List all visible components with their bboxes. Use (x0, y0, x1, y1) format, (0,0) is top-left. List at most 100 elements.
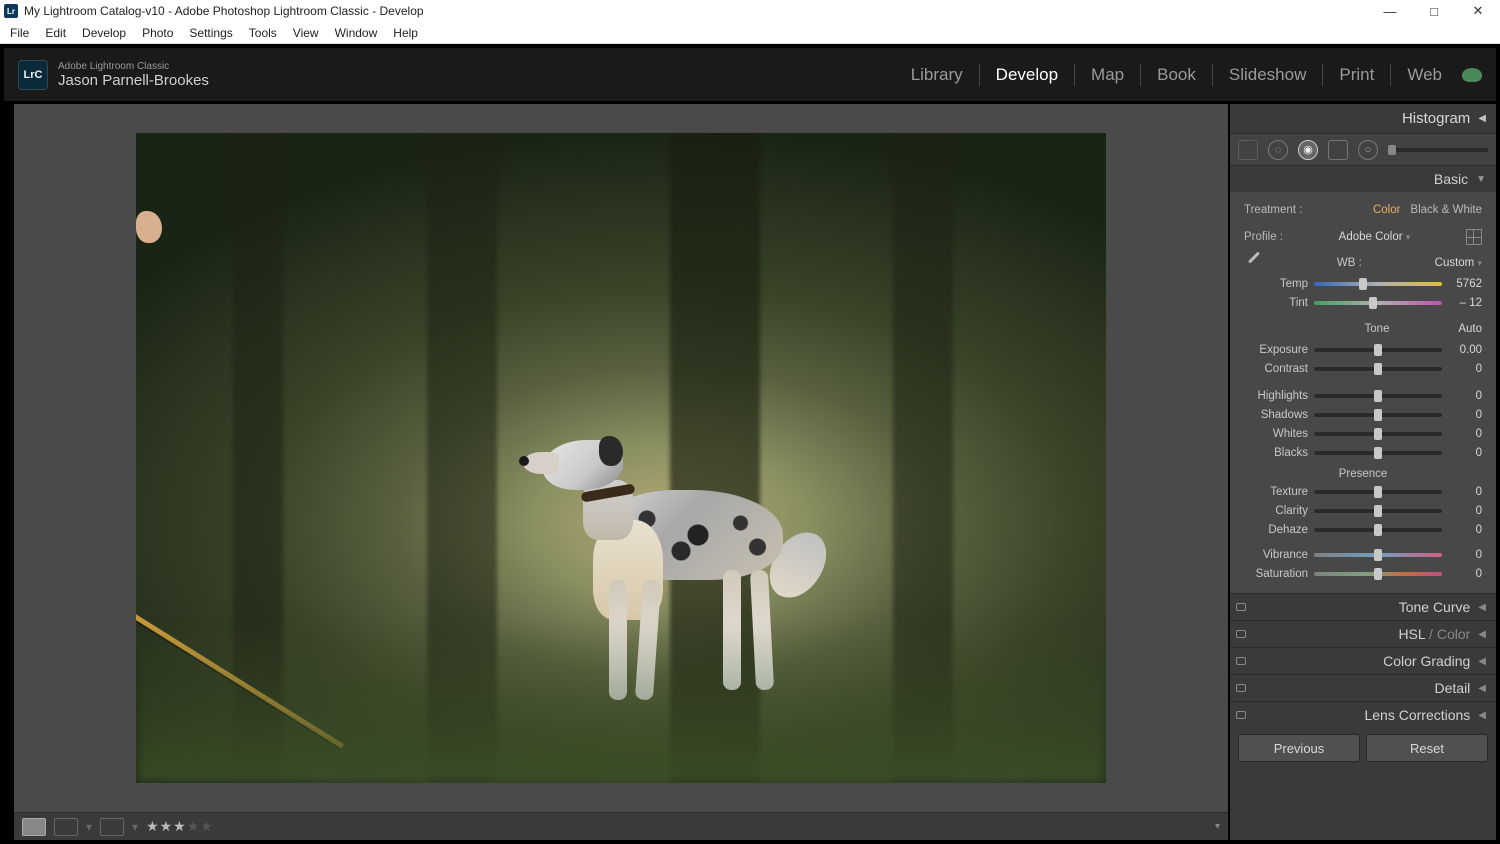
menu-window[interactable]: Window (329, 24, 384, 42)
shadows-value[interactable]: 0 (1448, 409, 1482, 421)
app-frame: LrC Adobe Lightroom Classic Jason Parnel… (0, 44, 1500, 844)
menu-file[interactable]: File (4, 24, 35, 42)
reference-view-button[interactable] (100, 818, 124, 836)
preview-image[interactable] (136, 133, 1106, 783)
canvas-column: ▾ ▾ ★★★★★ ▾ (14, 104, 1228, 840)
clarity-slider[interactable] (1314, 509, 1442, 513)
soft-proof-toggle[interactable]: ▾ (1215, 821, 1220, 832)
menu-tools[interactable]: Tools (243, 24, 283, 42)
basic-header[interactable]: Basic ▼ (1230, 166, 1496, 192)
texture-slider[interactable] (1314, 490, 1442, 494)
tint-slider[interactable] (1314, 301, 1442, 305)
minimize-button[interactable]: — (1368, 0, 1412, 22)
maximize-button[interactable]: □ (1412, 0, 1456, 22)
tool-slider[interactable] (1388, 148, 1488, 152)
panel-switch-icon[interactable] (1236, 711, 1246, 719)
shadows-label: Shadows (1244, 409, 1308, 421)
panel-switch-icon[interactable] (1236, 603, 1246, 611)
menu-bar: File Edit Develop Photo Settings Tools V… (0, 22, 1500, 44)
detail-header[interactable]: Detail ◀ (1230, 674, 1496, 701)
treatment-color[interactable]: Color (1373, 204, 1400, 216)
wb-eyedropper-icon[interactable] (1244, 253, 1264, 273)
profile-value[interactable]: Adobe Color ▾ (1339, 231, 1411, 243)
previous-button[interactable]: Previous (1238, 734, 1360, 762)
app-icon: Lr (4, 4, 18, 18)
cloud-sync-icon[interactable] (1462, 68, 1482, 82)
exposure-value[interactable]: 0.00 (1448, 344, 1482, 356)
module-develop[interactable]: Develop (992, 63, 1062, 87)
menu-settings[interactable]: Settings (183, 24, 238, 42)
blacks-slider[interactable] (1314, 451, 1442, 455)
module-web[interactable]: Web (1403, 63, 1446, 87)
module-map[interactable]: Map (1087, 63, 1128, 87)
masking-tool-icon[interactable] (1328, 140, 1348, 160)
basic-body: Treatment : Color Black & White Profile … (1230, 192, 1496, 593)
whites-slider[interactable] (1314, 432, 1442, 436)
exposure-slider[interactable] (1314, 348, 1442, 352)
clarity-label: Clarity (1244, 505, 1308, 517)
module-slideshow[interactable]: Slideshow (1225, 63, 1311, 87)
histogram-header[interactable]: Histogram ◀ (1230, 104, 1496, 134)
spot-removal-icon[interactable]: ◌ (1268, 140, 1288, 160)
contrast-value[interactable]: 0 (1448, 363, 1482, 375)
radial-filter-icon[interactable]: ○ (1358, 140, 1378, 160)
module-picker: Library Develop Map Book Slideshow Print… (907, 63, 1482, 87)
before-after-button[interactable] (54, 818, 78, 836)
panel-switch-icon[interactable] (1236, 657, 1246, 665)
tool-strip: ◌ ◉ ○ (1230, 134, 1496, 166)
color-grading-header[interactable]: Color Grading ◀ (1230, 647, 1496, 674)
module-library[interactable]: Library (907, 63, 967, 87)
chevron-down-icon: ▼ (1476, 174, 1486, 185)
wb-value[interactable]: Custom ▾ (1435, 257, 1482, 269)
lrc-logo: LrC (18, 60, 48, 90)
vibrance-value[interactable]: 0 (1448, 549, 1482, 561)
blacks-value[interactable]: 0 (1448, 447, 1482, 459)
menu-develop[interactable]: Develop (76, 24, 132, 42)
window-title: My Lightroom Catalog-v10 - Adobe Photosh… (24, 4, 424, 18)
temp-slider[interactable] (1314, 282, 1442, 286)
menu-help[interactable]: Help (387, 24, 424, 42)
treatment-label: Treatment : (1244, 204, 1302, 216)
dehaze-slider[interactable] (1314, 528, 1442, 532)
presence-label: Presence (1244, 468, 1482, 480)
product-name: Adobe Lightroom Classic (58, 61, 209, 72)
texture-value[interactable]: 0 (1448, 486, 1482, 498)
panel-switch-icon[interactable] (1236, 684, 1246, 692)
rating-stars[interactable]: ★★★★★ (146, 818, 214, 835)
auto-button[interactable]: Auto (1442, 323, 1482, 335)
module-print[interactable]: Print (1335, 63, 1378, 87)
whites-value[interactable]: 0 (1448, 428, 1482, 440)
right-panel: Histogram ◀ ◌ ◉ ○ Basic ▼ Treatment : (1230, 104, 1496, 840)
highlights-slider[interactable] (1314, 394, 1442, 398)
shadows-slider[interactable] (1314, 413, 1442, 417)
whites-label: Whites (1244, 428, 1308, 440)
crop-tool-icon[interactable] (1238, 140, 1258, 160)
tone-curve-header[interactable]: Tone Curve ◀ (1230, 593, 1496, 620)
close-button[interactable]: ✕ (1456, 0, 1500, 22)
identity-plate: Jason Parnell-Brookes (58, 72, 209, 89)
wb-label: WB : (1264, 257, 1435, 269)
hsl-header[interactable]: HSL / Color ◀ (1230, 620, 1496, 647)
saturation-value[interactable]: 0 (1448, 568, 1482, 580)
dehaze-value[interactable]: 0 (1448, 524, 1482, 536)
lens-corrections-header[interactable]: Lens Corrections ◀ (1230, 701, 1496, 728)
reset-button[interactable]: Reset (1366, 734, 1488, 762)
clarity-value[interactable]: 0 (1448, 505, 1482, 517)
profile-browser-icon[interactable] (1466, 229, 1482, 245)
canvas-area[interactable] (14, 104, 1228, 812)
tint-value[interactable]: – 12 (1448, 297, 1482, 309)
treatment-bw[interactable]: Black & White (1410, 204, 1482, 216)
highlights-value[interactable]: 0 (1448, 390, 1482, 402)
panel-switch-icon[interactable] (1236, 630, 1246, 638)
vibrance-slider[interactable] (1314, 553, 1442, 557)
texture-label: Texture (1244, 486, 1308, 498)
menu-view[interactable]: View (287, 24, 325, 42)
module-book[interactable]: Book (1153, 63, 1200, 87)
loupe-view-button[interactable] (22, 818, 46, 836)
redeye-tool-icon[interactable]: ◉ (1298, 140, 1318, 160)
saturation-slider[interactable] (1314, 572, 1442, 576)
menu-edit[interactable]: Edit (39, 24, 72, 42)
temp-value[interactable]: 5762 (1448, 278, 1482, 290)
menu-photo[interactable]: Photo (136, 24, 179, 42)
contrast-slider[interactable] (1314, 367, 1442, 371)
